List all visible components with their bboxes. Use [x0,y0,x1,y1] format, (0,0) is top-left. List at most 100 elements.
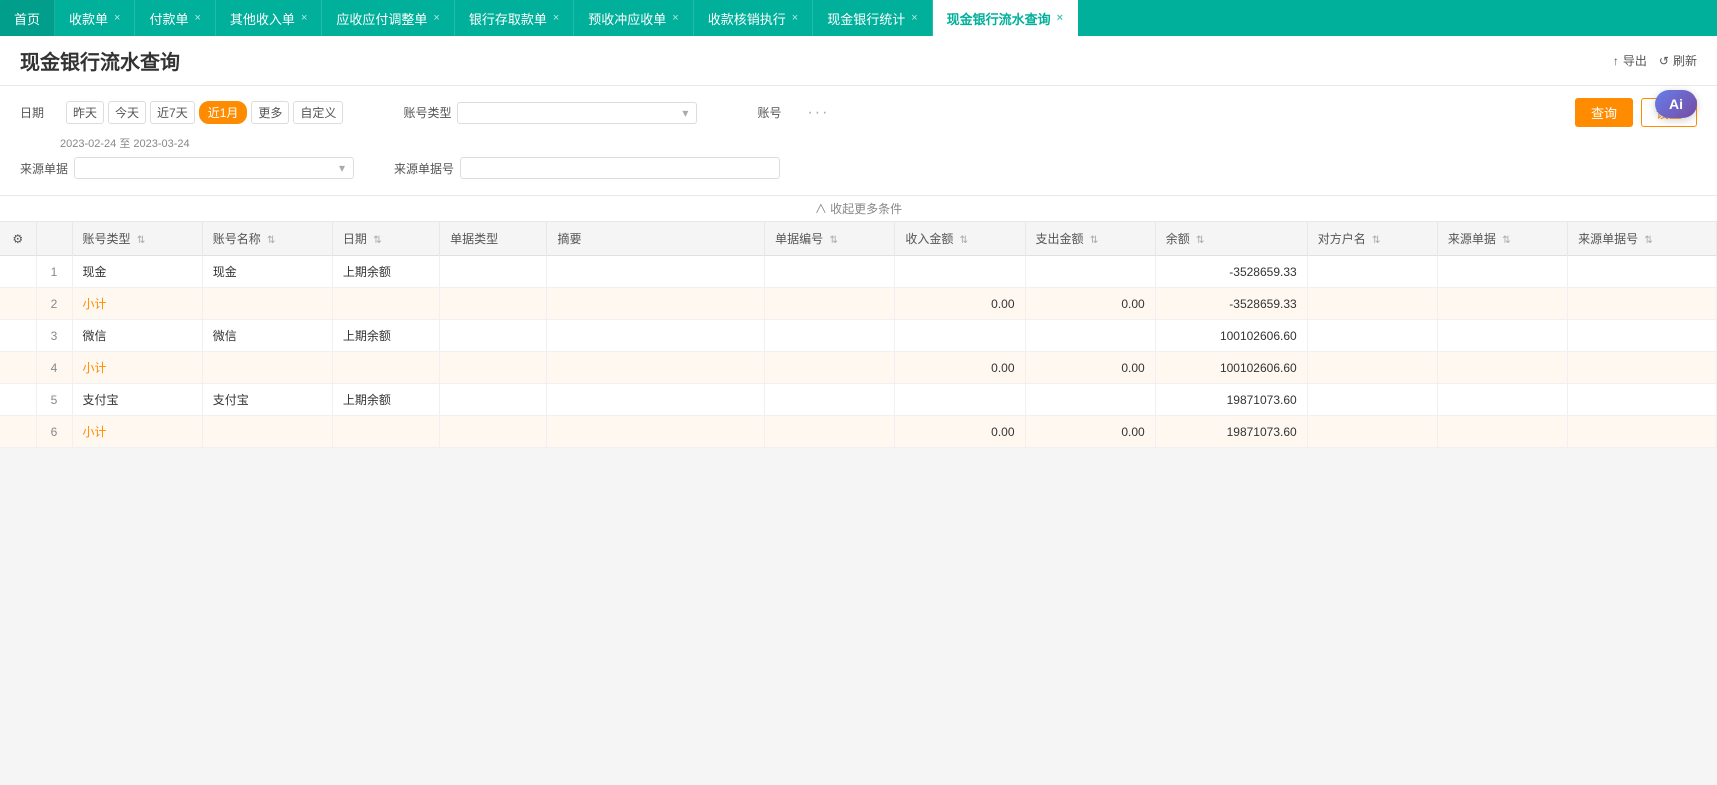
query-button[interactable]: 查询 [1575,98,1633,127]
date-label: 日期 [20,104,60,121]
nav-payment[interactable]: 付款单 × [135,0,215,36]
cell-counterparty [1307,384,1437,416]
source-doc-label: 来源单据 [20,160,68,177]
nav-adjustment-close[interactable]: × [433,12,439,24]
nav-bank-flow-close[interactable]: × [1057,12,1063,24]
cell-balance: -3528659.33 [1155,256,1307,288]
cell-doc-type [440,352,547,384]
date-btn-custom[interactable]: 自定义 [293,101,343,124]
col-date[interactable]: 日期 ⇅ [332,222,439,256]
data-table: ⚙ 账号类型 ⇅ 账号名称 ⇅ 日期 ⇅ 单据类型 摘要 单据编号 ⇅ 收入金额… [0,222,1717,448]
cell-gear [0,352,36,384]
cell-seq: 3 [36,320,72,352]
col-account-name[interactable]: 账号名称 ⇅ [202,222,332,256]
refresh-button[interactable]: ↺ 刷新 [1659,52,1697,69]
table-row: 5支付宝支付宝上期余额19871073.60 [0,384,1717,416]
cell-income: 0.00 [895,352,1025,384]
cell-doc-no [765,288,895,320]
cell-doc-no [765,416,895,448]
col-counterparty[interactable]: 对方户名 ⇅ [1307,222,1437,256]
nav-collection[interactable]: 收款核销执行 × [694,0,813,36]
nav-payment-close[interactable]: × [194,12,200,24]
date-btn-yesterday[interactable]: 昨天 [66,101,104,124]
cell-doc-no [765,256,895,288]
nav-home-label: 首页 [14,9,40,28]
cell-source-doc-no [1568,256,1717,288]
col-balance[interactable]: 余额 ⇅ [1155,222,1307,256]
account-type-label: 账号类型 [403,104,451,121]
export-icon: ↑ [1613,54,1619,68]
cell-source-doc-no [1568,416,1717,448]
nav-bank-deposit-close[interactable]: × [553,12,559,24]
nav-bank-stats-close[interactable]: × [911,12,917,24]
col-summary: 摘要 [547,222,765,256]
nav-bank-stats[interactable]: 现金银行统计 × [813,0,932,36]
collapse-bar[interactable]: ∧ 收起更多条件 [0,196,1717,222]
source-doc-select[interactable]: ▾ [74,157,354,179]
nav-adjustment[interactable]: 应收应付调整单 × [322,0,454,36]
date-btn-today[interactable]: 今天 [108,101,146,124]
cell-summary [547,352,765,384]
export-button[interactable]: ↑ 导出 [1613,52,1647,69]
col-doc-no[interactable]: 单据编号 ⇅ [765,222,895,256]
cell-income [895,256,1025,288]
date-range-display: 2023-02-24 至 2023-03-24 [20,135,1697,151]
nav-collection-label: 收款核销执行 [708,9,786,28]
nav-bank-deposit[interactable]: 银行存取款单 × [455,0,574,36]
date-buttons: 昨天 今天 近7天 近1月 更多 自定义 [66,101,343,124]
cell-source-doc [1437,416,1567,448]
cell-seq: 2 [36,288,72,320]
nav-payment-label: 付款单 [149,9,188,28]
nav-pre-receipt[interactable]: 预收冲应收单 × [574,0,693,36]
col-account-type[interactable]: 账号类型 ⇅ [72,222,202,256]
account-type-select[interactable]: ▾ [457,102,697,124]
cell-income: 0.00 [895,416,1025,448]
cell-gear [0,256,36,288]
ai-badge[interactable]: Ai [1655,90,1697,118]
cell-expense [1025,256,1155,288]
nav-other-income-close[interactable]: × [301,12,307,24]
col-source-doc[interactable]: 来源单据 ⇅ [1437,222,1567,256]
table-row: 4小计0.000.00100102606.60 [0,352,1717,384]
cell-doc-type [440,256,547,288]
date-btn-1month[interactable]: 近1月 [199,101,248,124]
cell-seq: 4 [36,352,72,384]
cell-expense: 0.00 [1025,288,1155,320]
col-seq [36,222,72,256]
cell-expense [1025,384,1155,416]
cell-income [895,320,1025,352]
nav-pre-receipt-close[interactable]: × [672,12,678,24]
col-income[interactable]: 收入金额 ⇅ [895,222,1025,256]
cell-account-type: 微信 [72,320,202,352]
date-btn-7days[interactable]: 近7天 [150,101,195,124]
nav-receipt-close[interactable]: × [114,12,120,24]
cell-account-type: 支付宝 [72,384,202,416]
nav-bank-flow[interactable]: 现金银行流水查询 × [933,0,1078,36]
nav-bank-deposit-label: 银行存取款单 [469,9,547,28]
cell-date [332,352,439,384]
source-doc-no-input[interactable] [460,157,780,179]
cell-doc-no [765,384,895,416]
cell-expense: 0.00 [1025,416,1155,448]
col-expense[interactable]: 支出金额 ⇅ [1025,222,1155,256]
cell-counterparty [1307,416,1437,448]
cell-doc-no [765,352,895,384]
nav-home[interactable]: 首页 [0,0,55,36]
col-source-doc-no[interactable]: 来源单据号 ⇅ [1568,222,1717,256]
source-doc-no-filter-group: 来源单据号 [394,157,780,179]
nav-receipt[interactable]: 收款单 × [55,0,135,36]
date-btn-more[interactable]: 更多 [251,101,289,124]
cell-summary [547,384,765,416]
account-type-dropdown-icon: ▾ [682,106,688,120]
nav-other-income[interactable]: 其他收入单 × [216,0,322,36]
account-dots[interactable]: ··· [803,104,833,122]
nav-receipt-label: 收款单 [69,9,108,28]
cell-gear [0,320,36,352]
nav-collection-close[interactable]: × [792,12,798,24]
cell-account-type: 小计 [72,288,202,320]
cell-gear [0,416,36,448]
cell-counterparty [1307,320,1437,352]
col-gear[interactable]: ⚙ [0,222,36,256]
export-label: 导出 [1623,52,1647,69]
cell-doc-no [765,320,895,352]
